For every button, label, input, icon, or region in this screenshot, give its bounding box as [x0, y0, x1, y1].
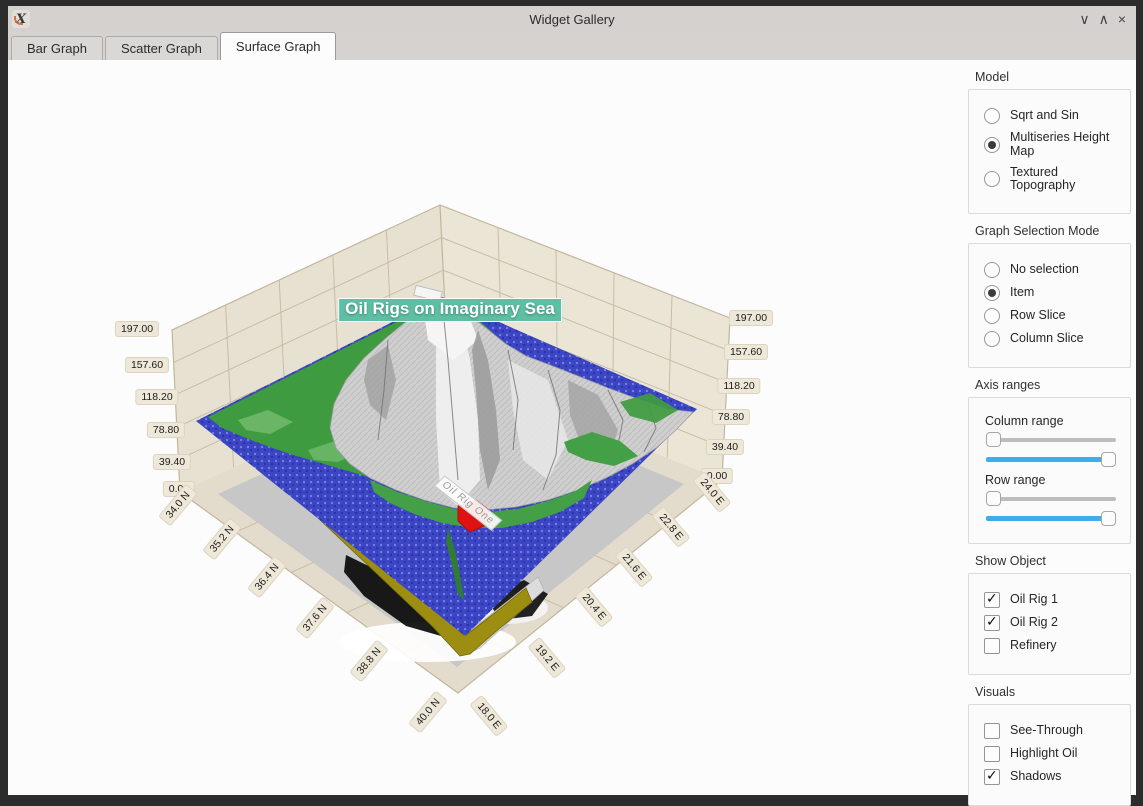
- column-range-min-slider[interactable]: [986, 431, 1116, 448]
- radio-selected-icon: [984, 137, 1000, 153]
- model-section-label: Model: [975, 70, 1132, 84]
- slider-groove-filled[interactable]: [986, 457, 1116, 462]
- elev-tick-right: 157.60: [724, 344, 768, 360]
- close-icon[interactable]: ×: [1118, 12, 1126, 26]
- checkbox-label: Highlight Oil: [1010, 747, 1077, 761]
- elev-tick-left: 197.00: [115, 321, 159, 337]
- window-title: Widget Gallery: [8, 12, 1136, 27]
- slider-groove[interactable]: [986, 438, 1116, 442]
- row-range-label: Row range: [985, 473, 1122, 487]
- radio-label: Textured Topography: [1010, 166, 1122, 194]
- visuals-section-label: Visuals: [975, 685, 1132, 699]
- control-panel: Model Sqrt and Sin Multiseries Height Ma…: [968, 60, 1132, 806]
- show-object-groupbox: Oil Rig 1 Oil Rig 2 Refinery: [968, 573, 1131, 675]
- minimize-icon[interactable]: ∨: [1079, 12, 1089, 26]
- radio-no-selection[interactable]: No selection: [984, 262, 1122, 278]
- elev-tick-right: 118.20: [717, 378, 760, 394]
- application-window: X Widget Gallery ∨ ∧ × Bar Graph Scatter…: [0, 0, 1143, 806]
- checkbox-label: Oil Rig 2: [1010, 616, 1058, 630]
- axis-ranges-groupbox: Column range Row range: [968, 397, 1131, 544]
- column-range-label: Column range: [985, 414, 1122, 428]
- title-bar: X Widget Gallery ∨ ∧ ×: [8, 6, 1136, 32]
- radio-icon: [984, 308, 1000, 324]
- radio-label: No selection: [1010, 263, 1079, 277]
- checkbox-shadows[interactable]: Shadows: [984, 769, 1122, 785]
- checkbox-label: Shadows: [1010, 770, 1061, 784]
- radio-sqrt-and-sin[interactable]: Sqrt and Sin: [984, 108, 1122, 124]
- selection-mode-section-label: Graph Selection Mode: [975, 224, 1132, 238]
- radio-icon: [984, 171, 1000, 187]
- radio-textured-topography[interactable]: Textured Topography: [984, 166, 1122, 194]
- elev-tick-right: 197.00: [729, 310, 773, 326]
- slider-handle[interactable]: [986, 432, 1001, 447]
- radio-icon: [984, 331, 1000, 347]
- maximize-icon[interactable]: ∧: [1099, 12, 1109, 26]
- row-range-min-slider[interactable]: [986, 490, 1116, 507]
- radio-item[interactable]: Item: [984, 285, 1122, 301]
- app-icon[interactable]: X: [12, 10, 30, 28]
- model-groupbox: Sqrt and Sin Multiseries Height Map Text…: [968, 89, 1131, 214]
- radio-icon: [984, 262, 1000, 278]
- slider-groove[interactable]: [986, 497, 1116, 501]
- radio-label: Row Slice: [1010, 309, 1066, 323]
- tab-bar: Bar Graph Scatter Graph Surface Graph: [8, 32, 1136, 60]
- tab-bar-graph[interactable]: Bar Graph: [11, 36, 103, 60]
- slider-groove-filled[interactable]: [986, 516, 1116, 521]
- column-range-max-slider[interactable]: [986, 451, 1116, 468]
- radio-label: Multiseries Height Map: [1010, 131, 1122, 159]
- checkbox-label: Oil Rig 1: [1010, 593, 1058, 607]
- radio-label: Column Slice: [1010, 332, 1084, 346]
- checkbox-oil-rig-2[interactable]: Oil Rig 2: [984, 615, 1122, 631]
- checkbox-checked-icon: [984, 592, 1000, 608]
- checkbox-icon: [984, 638, 1000, 654]
- visuals-groupbox: See-Through Highlight Oil Shadows: [968, 704, 1131, 806]
- checkbox-icon: [984, 746, 1000, 762]
- checkbox-see-through[interactable]: See-Through: [984, 723, 1122, 739]
- radio-label: Item: [1010, 286, 1034, 300]
- radio-row-slice[interactable]: Row Slice: [984, 308, 1122, 324]
- selection-mode-groupbox: No selection Item Row Slice Column Slice: [968, 243, 1131, 368]
- row-range-max-slider[interactable]: [986, 510, 1116, 527]
- radio-icon: [984, 108, 1000, 124]
- checkbox-oil-rig-1[interactable]: Oil Rig 1: [984, 592, 1122, 608]
- checkbox-checked-icon: [984, 615, 1000, 631]
- graph-title: Oil Rigs on Imaginary Sea: [338, 298, 562, 322]
- radio-label: Sqrt and Sin: [1010, 109, 1079, 123]
- checkbox-label: Refinery: [1010, 639, 1057, 653]
- surface-graph-page: Oil Rigs on Imaginary Sea Oil Rig One 19…: [8, 60, 1136, 795]
- elev-tick-right: 78.80: [712, 409, 750, 425]
- elev-tick-left: 39.40: [153, 454, 191, 470]
- show-object-section-label: Show Object: [975, 554, 1132, 568]
- checkbox-checked-icon: [984, 769, 1000, 785]
- radio-column-slice[interactable]: Column Slice: [984, 331, 1122, 347]
- checkbox-label: See-Through: [1010, 724, 1083, 738]
- checkbox-highlight-oil[interactable]: Highlight Oil: [984, 746, 1122, 762]
- radio-selected-icon: [984, 285, 1000, 301]
- window-controls: ∨ ∧ ×: [1079, 12, 1136, 26]
- surface-3d-view[interactable]: Oil Rigs on Imaginary Sea Oil Rig One 19…: [8, 60, 958, 793]
- slider-handle[interactable]: [1101, 511, 1116, 526]
- slider-handle[interactable]: [1101, 452, 1116, 467]
- elev-tick-left: 78.80: [147, 422, 185, 438]
- radio-multiseries-height-map[interactable]: Multiseries Height Map: [984, 131, 1122, 159]
- tab-surface-graph[interactable]: Surface Graph: [220, 32, 337, 60]
- axis-ranges-section-label: Axis ranges: [975, 378, 1132, 392]
- checkbox-icon: [984, 723, 1000, 739]
- slider-handle[interactable]: [986, 491, 1001, 506]
- elev-tick-right: 39.40: [706, 439, 744, 455]
- elev-tick-left: 118.20: [135, 389, 178, 405]
- tab-scatter-graph[interactable]: Scatter Graph: [105, 36, 218, 60]
- elev-tick-left: 157.60: [125, 357, 169, 373]
- checkbox-refinery[interactable]: Refinery: [984, 638, 1122, 654]
